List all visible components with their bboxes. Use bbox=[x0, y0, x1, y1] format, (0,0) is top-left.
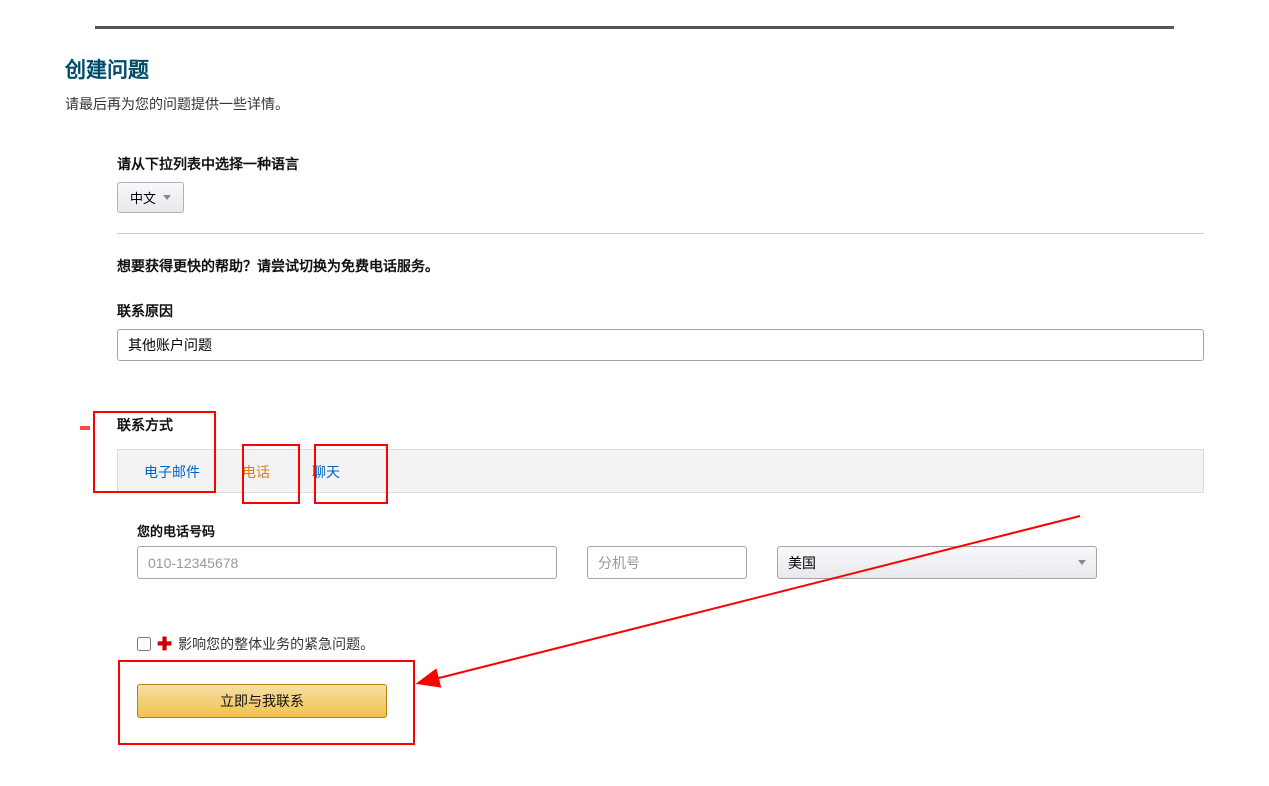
language-label: 请从下拉列表中选择一种语言 bbox=[117, 154, 1204, 174]
plus-icon: ✚ bbox=[157, 635, 172, 653]
top-divider bbox=[95, 26, 1174, 29]
language-select[interactable]: 中文 bbox=[117, 182, 184, 213]
contact-tab-bar: 电子邮件 电话 聊天 bbox=[117, 449, 1204, 493]
section-divider bbox=[117, 233, 1204, 234]
chevron-down-icon bbox=[163, 195, 171, 200]
language-selected-value: 中文 bbox=[130, 188, 156, 207]
contact-me-button-label: 立即与我联系 bbox=[220, 691, 304, 711]
extension-input[interactable] bbox=[587, 546, 747, 579]
tab-chat[interactable]: 聊天 bbox=[306, 452, 346, 492]
reason-label: 联系原因 bbox=[117, 301, 1204, 321]
help-text: 想要获得更快的帮助？请尝试切换为免费电话服务。 bbox=[117, 256, 1204, 276]
page-subtitle: 请最后再为您的问题提供一些详情。 bbox=[65, 94, 1204, 114]
country-select[interactable]: 美国 bbox=[777, 546, 1097, 579]
tab-email[interactable]: 电子邮件 bbox=[138, 452, 206, 492]
urgent-label: 影响您的整体业务的紧急问题。 bbox=[178, 634, 374, 654]
contact-me-button[interactable]: 立即与我联系 bbox=[137, 684, 387, 718]
tab-phone[interactable]: 电话 bbox=[236, 452, 276, 492]
contact-body: 您的电话号码 美国 bbox=[117, 493, 1204, 746]
country-selected-value: 美国 bbox=[788, 553, 816, 573]
phone-input[interactable] bbox=[137, 546, 557, 579]
reason-input[interactable] bbox=[117, 329, 1204, 361]
chevron-down-icon bbox=[1078, 560, 1086, 565]
contact-method-label: 联系方式 bbox=[117, 415, 1204, 435]
phone-label: 您的电话号码 bbox=[137, 521, 1184, 540]
page-title: 创建问题 bbox=[65, 54, 1204, 84]
urgent-checkbox[interactable] bbox=[137, 637, 151, 651]
